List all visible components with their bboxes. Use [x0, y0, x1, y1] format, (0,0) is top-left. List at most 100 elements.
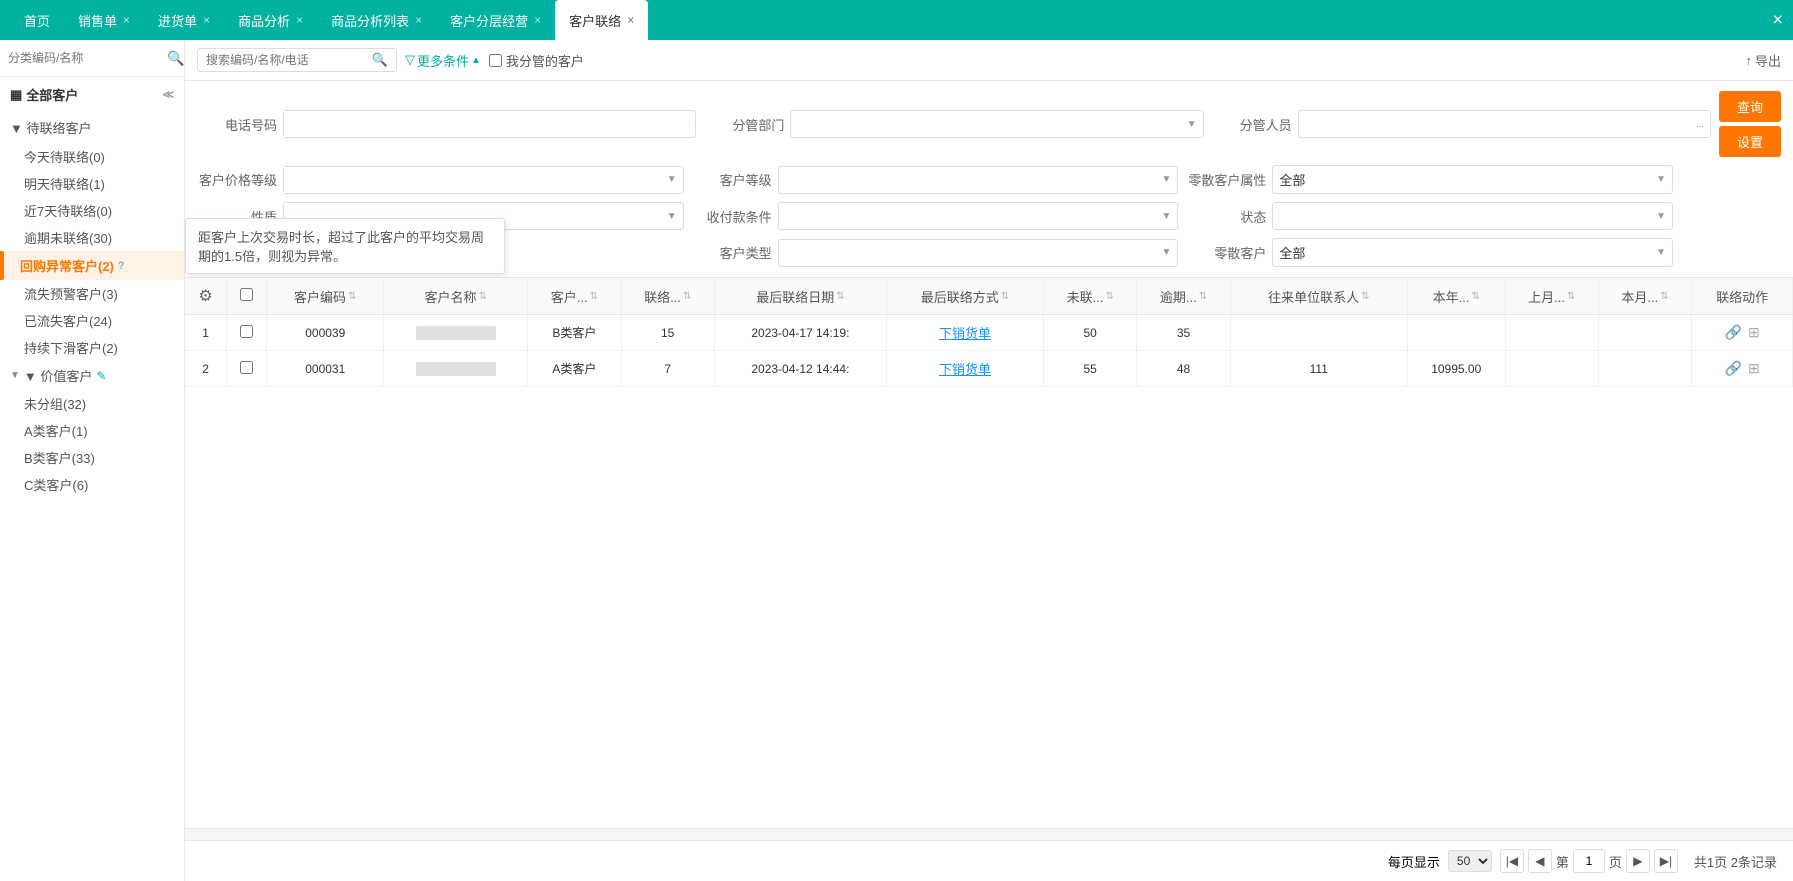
td-last-method-1[interactable]: 下销货单 [886, 315, 1043, 351]
sort-customer-type-icon[interactable]: ⇅ [590, 291, 598, 302]
nav-item-customer-tier[interactable]: 客户分层经营 × [436, 0, 555, 40]
first-page-button[interactable]: |◀ [1500, 849, 1524, 873]
sort-this-month-icon[interactable]: ⇅ [1660, 291, 1668, 302]
table-settings-icon[interactable]: ⚙ [198, 288, 212, 305]
sidebar-all-customers[interactable]: ▦ 全部客户 ≪ [0, 77, 184, 112]
row1-grid-action-icon[interactable]: ⊞ [1748, 324, 1760, 341]
sidebar-class-a[interactable]: A类客户(1) [0, 417, 184, 444]
close-customer-contact-icon[interactable]: × [627, 13, 634, 27]
manager-dots-icon[interactable]: ... [1696, 119, 1704, 130]
nav-item-purchase[interactable]: 进货单 × [144, 0, 224, 40]
nav-item-home[interactable]: 首页 [10, 0, 64, 40]
sidebar-repurchase-abnormal[interactable]: 回购异常客户(2) ? [0, 251, 184, 280]
price-level-select[interactable]: ▼ [283, 166, 684, 194]
sidebar-today-pending[interactable]: 今天待联络(0) [0, 143, 184, 170]
dept-select[interactable]: ▼ [790, 110, 1203, 138]
nav-item-product-list[interactable]: 商品分析列表 × [317, 0, 436, 40]
sort-last-contact-date-icon[interactable]: ⇅ [836, 291, 844, 302]
settings-button[interactable]: 设置 [1719, 126, 1781, 157]
sort-code-icon[interactable]: ⇅ [348, 291, 356, 302]
status-select[interactable]: ▼ [1272, 202, 1673, 230]
close-purchase-icon[interactable]: × [203, 13, 210, 27]
sidebar-decline[interactable]: 持续下滑客户(2) [0, 334, 184, 361]
sidebar-collapse-icon[interactable]: ≪ [162, 88, 174, 101]
filter-cell-retail-attr: 零散客户属性 全部 ▼ [1186, 165, 1673, 194]
nav-item-customer-contact[interactable]: 客户联络 × [555, 0, 648, 40]
manager-select[interactable]: ... [1298, 110, 1711, 138]
horizontal-scrollbar[interactable] [185, 828, 1793, 840]
my-customers-check[interactable] [489, 54, 502, 67]
main-search-icon[interactable]: 🔍 [372, 52, 388, 68]
repurchase-info-icon[interactable]: ? [118, 260, 125, 272]
payment-select[interactable]: ▼ [778, 202, 1179, 230]
prev-page-button[interactable]: ◀ [1528, 849, 1552, 873]
phone-input[interactable] [283, 110, 696, 138]
close-all-tabs-button[interactable]: × [1772, 10, 1783, 31]
sidebar-class-b[interactable]: B类客户(33) [0, 444, 184, 471]
top-nav: 首页 销售单 × 进货单 × 商品分析 × 商品分析列表 × 客户分层经营 × … [0, 0, 1793, 40]
row1-checkbox[interactable] [240, 325, 253, 338]
th-code: 客户编码 ⇅ [267, 278, 384, 315]
sidebar-lost-warning[interactable]: 流失预警客户(3) [0, 280, 184, 307]
table-row: 2 000031 A类客户 7 2023-04-12 14:44: 下销货单 5… [185, 351, 1793, 387]
nav-item-sales[interactable]: 销售单 × [64, 0, 144, 40]
sort-contacts-icon[interactable]: ⇅ [1361, 291, 1369, 302]
td-code-1: 000039 [267, 315, 384, 351]
customer-level-chevron-icon: ▼ [1161, 174, 1171, 185]
customer-type-select[interactable]: ▼ [778, 239, 1179, 267]
row2-link-action-icon[interactable]: 🔗 [1725, 360, 1742, 377]
page-label: 第 [1556, 852, 1569, 871]
sidebar-edit-icon[interactable]: ✎ [96, 369, 106, 383]
page-number-input[interactable] [1573, 849, 1605, 873]
main-search-input[interactable] [206, 53, 368, 67]
next-page-button[interactable]: ▶ [1626, 849, 1650, 873]
query-button[interactable]: 查询 [1719, 91, 1781, 122]
row1-link-action-icon[interactable]: 🔗 [1725, 324, 1742, 341]
sort-this-year-icon[interactable]: ⇅ [1471, 291, 1479, 302]
my-customers-checkbox[interactable]: 我分管的客户 [489, 51, 584, 70]
sidebar-lost[interactable]: 已流失客户(24) [0, 307, 184, 334]
sort-contact-count-icon[interactable]: ⇅ [683, 291, 691, 302]
last-page-button[interactable]: ▶| [1654, 849, 1678, 873]
retail-customer-select[interactable]: 全部 ▼ [1272, 238, 1673, 267]
td-type-1: B类客户 [528, 315, 621, 351]
nav-item-product-analysis[interactable]: 商品分析 × [224, 0, 317, 40]
td-check-1[interactable] [227, 315, 267, 351]
retail-attr-select[interactable]: 全部 ▼ [1272, 165, 1673, 194]
sidebar-value-customer-group[interactable]: ▼ ▼ 价值客户 ✎ [0, 361, 184, 390]
per-page-select[interactable]: 50 [1448, 850, 1492, 872]
sidebar-ungrouped[interactable]: 未分组(32) [0, 390, 184, 417]
sort-overdue-icon[interactable]: ⇅ [1199, 291, 1207, 302]
sort-last-contact-method-icon[interactable]: ⇅ [1001, 291, 1009, 302]
sidebar-pending-contact[interactable]: ▼ 待联络客户 [0, 112, 184, 143]
select-all-checkbox[interactable] [240, 288, 253, 301]
filter-cell-status: 状态 ▼ [1186, 202, 1673, 230]
more-conditions-button[interactable]: ▽ 更多条件 ▲ [405, 51, 481, 70]
filter-row-1: 电话号码 分管部门 ▼ 分管人员 ... [197, 91, 1781, 157]
close-sales-icon[interactable]: × [123, 13, 130, 27]
th-settings[interactable]: ⚙ [185, 278, 227, 315]
row2-grid-action-icon[interactable]: ⊞ [1748, 360, 1760, 377]
td-last-method-2[interactable]: 下销货单 [886, 351, 1043, 387]
export-button[interactable]: ↑ 导出 [1745, 51, 1781, 70]
sidebar-tomorrow-pending[interactable]: 明天待联络(1) [0, 170, 184, 197]
close-customer-tier-icon[interactable]: × [534, 13, 541, 27]
td-contact-count-2: 7 [621, 351, 714, 387]
th-checkbox[interactable] [227, 278, 267, 315]
row2-checkbox[interactable] [240, 361, 253, 374]
grid-icon: ▦ [10, 87, 22, 103]
sort-name-icon[interactable]: ⇅ [479, 291, 487, 302]
sidebar-search-icon[interactable]: 🔍 [167, 50, 184, 67]
close-product-list-icon[interactable]: × [415, 13, 422, 27]
td-this-month-2 [1598, 351, 1691, 387]
sidebar-search-input[interactable] [8, 51, 163, 65]
filter-cell-dept: 分管部门 ▼ [704, 110, 1203, 138]
sidebar-class-c[interactable]: C类客户(6) [0, 471, 184, 498]
sidebar-overdue-pending[interactable]: 逾期未联络(30) [0, 224, 184, 251]
td-check-2[interactable] [227, 351, 267, 387]
sidebar-7day-pending[interactable]: 近7天待联络(0) [0, 197, 184, 224]
sort-last-month-icon[interactable]: ⇅ [1567, 291, 1575, 302]
customer-level-select[interactable]: ▼ [778, 166, 1179, 194]
close-product-analysis-icon[interactable]: × [296, 13, 303, 27]
sort-uncontacted-icon[interactable]: ⇅ [1105, 291, 1113, 302]
